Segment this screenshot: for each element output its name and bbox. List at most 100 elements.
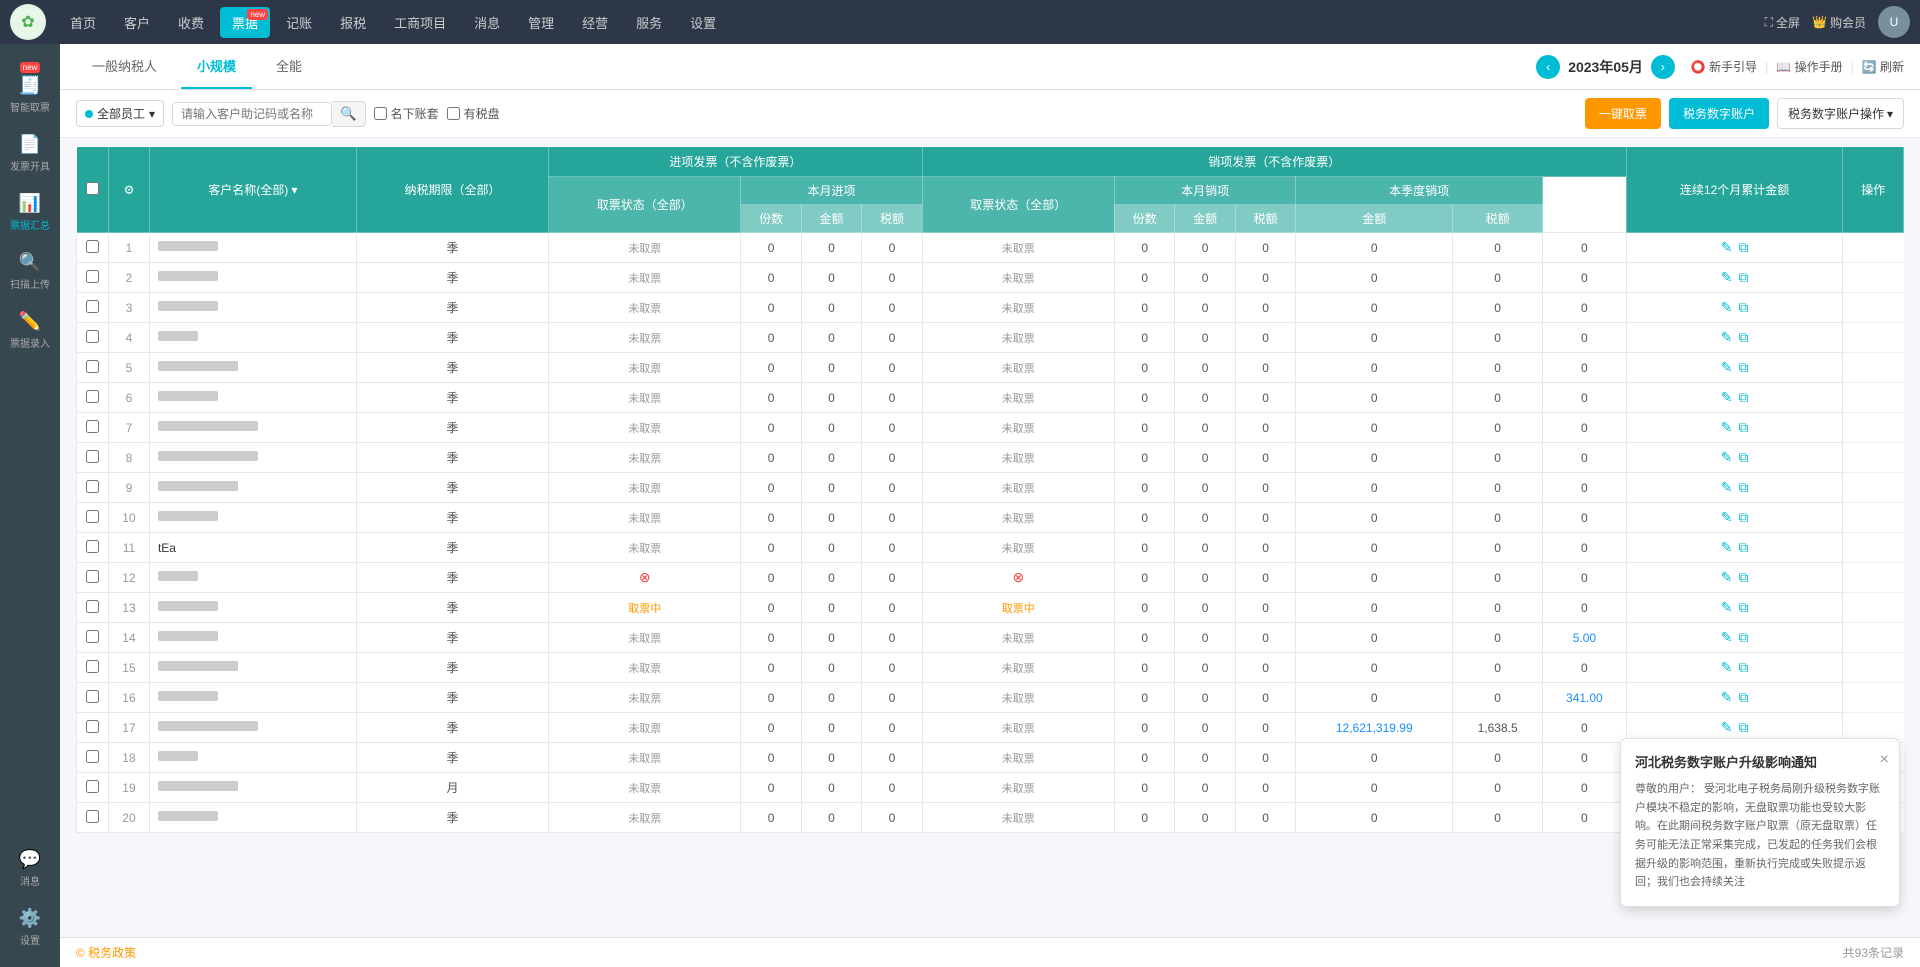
row-in-status[interactable]: 未取票: [549, 653, 741, 683]
row-checkbox[interactable]: [86, 540, 99, 553]
row-in-status[interactable]: 未取票: [549, 353, 741, 383]
edit-icon[interactable]: ✎: [1721, 539, 1733, 556]
month12-link[interactable]: 341.00: [1566, 691, 1603, 705]
row-in-status[interactable]: 未取票: [549, 623, 741, 653]
edit-icon[interactable]: ✎: [1721, 659, 1733, 676]
avatar[interactable]: U: [1878, 6, 1910, 38]
copy-icon[interactable]: ⧉: [1738, 539, 1748, 556]
row-out-status[interactable]: 未取票: [922, 383, 1114, 413]
nav-item-工商项目[interactable]: 工商项目: [382, 7, 458, 38]
row-in-status[interactable]: 未取票: [549, 743, 741, 773]
row-client-name[interactable]: ████████████: [149, 623, 356, 653]
row-in-status[interactable]: 未取票: [549, 293, 741, 323]
tax-policy-link[interactable]: © 税务政策: [76, 944, 136, 961]
row-out-status[interactable]: 未取票: [922, 293, 1114, 323]
row-checkbox[interactable]: [86, 270, 99, 283]
row-in-status[interactable]: 未取票: [549, 713, 741, 743]
row-client-name[interactable]: ████████████: [149, 683, 356, 713]
row-in-status[interactable]: 未取票: [549, 803, 741, 833]
row-out-status[interactable]: 未取票: [922, 443, 1114, 473]
row-in-status[interactable]: 未取票: [549, 503, 741, 533]
row-checkbox[interactable]: [86, 360, 99, 373]
row-out-status[interactable]: 未取票: [922, 743, 1114, 773]
checkbox-sub-account[interactable]: 名下账套: [374, 105, 439, 122]
sub-action-刷新[interactable]: 🔄 刷新: [1862, 58, 1904, 75]
nav-item-首页[interactable]: 首页: [58, 7, 108, 38]
edit-icon[interactable]: ✎: [1721, 239, 1733, 256]
row-in-status[interactable]: 未取票: [549, 443, 741, 473]
sub-action-操作手册[interactable]: 📖 操作手册: [1776, 58, 1842, 75]
row-checkbox[interactable]: [86, 330, 99, 343]
row-out-status[interactable]: 未取票: [922, 623, 1114, 653]
sidebar-item-票据汇总[interactable]: 📊票据汇总: [0, 183, 60, 242]
row-checkbox[interactable]: [86, 720, 99, 733]
row-checkbox[interactable]: [86, 450, 99, 463]
row-client-name[interactable]: ████████████████████: [149, 413, 356, 443]
row-client-name[interactable]: tEa: [149, 533, 356, 563]
fullscreen-btn[interactable]: ⛶ 全屏: [1765, 14, 1800, 31]
row-out-status[interactable]: 未取票: [922, 713, 1114, 743]
row-in-status[interactable]: 未取票: [549, 773, 741, 803]
edit-icon[interactable]: ✎: [1721, 599, 1733, 616]
sidebar-item-票据录入[interactable]: ✏️票据录入: [0, 301, 60, 360]
copy-icon[interactable]: ⧉: [1738, 569, 1748, 586]
nav-item-消息[interactable]: 消息: [462, 7, 512, 38]
sub-tab-全能[interactable]: 全能: [260, 44, 318, 89]
row-client-name[interactable]: ████████: [149, 323, 356, 353]
row-in-status[interactable]: 未取票: [549, 263, 741, 293]
row-client-name[interactable]: ████████████: [149, 293, 356, 323]
next-month-btn[interactable]: ›: [1651, 55, 1675, 79]
notification-close-btn[interactable]: ×: [1880, 747, 1889, 773]
row-checkbox[interactable]: [86, 660, 99, 673]
row-out-status[interactable]: 未取票: [922, 323, 1114, 353]
row-checkbox[interactable]: [86, 480, 99, 493]
copy-icon[interactable]: ⧉: [1738, 419, 1748, 436]
row-client-name[interactable]: ████████████████: [149, 473, 356, 503]
row-checkbox[interactable]: [86, 600, 99, 613]
row-client-name[interactable]: ████████: [149, 563, 356, 593]
row-out-status[interactable]: 未取票: [922, 773, 1114, 803]
sidebar-item-发票开具[interactable]: 📄发票开具: [0, 124, 60, 183]
row-out-status[interactable]: 取票中: [922, 593, 1114, 623]
deduct-amount-link[interactable]: 12,621,319.99: [1336, 721, 1413, 735]
employee-select[interactable]: 全部员工 ▾: [76, 100, 164, 127]
row-in-status[interactable]: 未取票: [549, 413, 741, 443]
row-out-status[interactable]: 未取票: [922, 233, 1114, 263]
row-in-status[interactable]: 未取票: [549, 323, 741, 353]
row-client-name[interactable]: ████████████████: [149, 653, 356, 683]
row-out-status[interactable]: ⊗: [922, 563, 1114, 593]
sub-tab-小规模[interactable]: 小规模: [181, 44, 252, 89]
edit-icon[interactable]: ✎: [1721, 419, 1733, 436]
checkbox-tax-disk-input[interactable]: [447, 107, 460, 120]
sub-tab-一般纳税人[interactable]: 一般纳税人: [76, 44, 173, 89]
row-checkbox[interactable]: [86, 510, 99, 523]
copy-icon[interactable]: ⧉: [1738, 719, 1748, 736]
copy-icon[interactable]: ⧉: [1738, 239, 1748, 256]
row-client-name[interactable]: ████████████: [149, 233, 356, 263]
row-out-status[interactable]: 未取票: [922, 353, 1114, 383]
select-all-checkbox[interactable]: [86, 182, 99, 195]
checkbox-tax-disk[interactable]: 有税盘: [447, 105, 500, 122]
nav-item-报税[interactable]: 报税: [328, 7, 378, 38]
row-out-status[interactable]: 未取票: [922, 533, 1114, 563]
tax-account-ops-btn[interactable]: 税务数字账户操作 ▾: [1777, 98, 1904, 129]
row-in-status[interactable]: 未取票: [549, 383, 741, 413]
month12-link[interactable]: 5.00: [1573, 631, 1596, 645]
edit-icon[interactable]: ✎: [1721, 359, 1733, 376]
edit-icon[interactable]: ✎: [1721, 689, 1733, 706]
row-checkbox[interactable]: [86, 780, 99, 793]
row-client-name[interactable]: ████████████████████: [149, 443, 356, 473]
sidebar-item-智能取票[interactable]: new🧾智能取票: [0, 52, 60, 124]
nav-item-客户[interactable]: 客户: [112, 7, 162, 38]
member-btn[interactable]: 👑 购会员: [1812, 14, 1866, 31]
one-click-btn[interactable]: 一键取票: [1585, 98, 1661, 129]
copy-icon[interactable]: ⧉: [1738, 659, 1748, 676]
copy-icon[interactable]: ⧉: [1738, 479, 1748, 496]
row-out-status[interactable]: 未取票: [922, 473, 1114, 503]
row-client-name[interactable]: ████████████: [149, 593, 356, 623]
prev-month-btn[interactable]: ‹: [1536, 55, 1560, 79]
row-checkbox[interactable]: [86, 300, 99, 313]
sidebar-item-扫描上传[interactable]: 🔍扫描上传: [0, 242, 60, 301]
row-client-name[interactable]: ████████████████: [149, 353, 356, 383]
row-checkbox[interactable]: [86, 630, 99, 643]
